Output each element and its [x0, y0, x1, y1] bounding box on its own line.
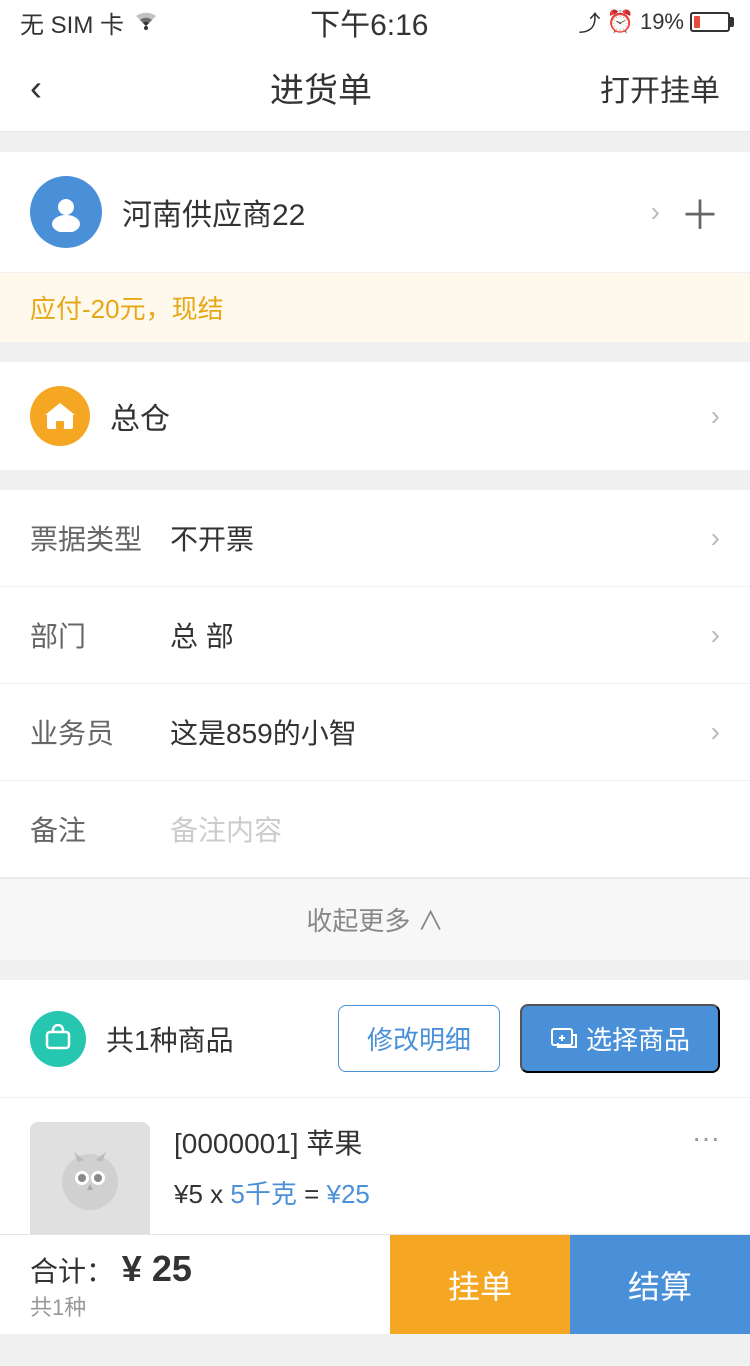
status-right: ⤴ ⏰ 19% [579, 6, 730, 38]
remark-label: 备注 [30, 809, 170, 849]
department-value: 总 部 [170, 615, 711, 655]
equals-sign: = [304, 1179, 326, 1209]
battery-percent: 19% [640, 9, 684, 35]
product-info: [0000001] 苹果 ¥5 x 5千克 = ¥25 [174, 1122, 668, 1211]
product-price: ¥5 x 5千克 = ¥25 [174, 1174, 668, 1211]
open-pending-button[interactable]: 打开挂单 [600, 66, 720, 110]
warehouse-card[interactable]: 总仓 › [0, 362, 750, 470]
invoice-chevron-icon: › [711, 522, 720, 554]
form-row-remark[interactable]: 备注 备注内容 [0, 781, 750, 878]
checkout-button[interactable]: 结算 [570, 1235, 750, 1334]
supplier-name: 河南供应商22 [122, 190, 651, 234]
remark-placeholder: 备注内容 [170, 809, 720, 849]
total-section: 合计： ¥ 25 共1种 [0, 1248, 390, 1322]
gap-4 [0, 960, 750, 980]
notice-text: 应付-20元，现结 [30, 294, 224, 324]
edit-detail-button[interactable]: 修改明细 [338, 1005, 500, 1072]
supplier-row[interactable]: 河南供应商22 › ＋ [0, 152, 750, 273]
total-amount: ¥ 25 [122, 1248, 192, 1289]
supplier-card: 河南供应商22 › ＋ 应付-20元，现结 [0, 152, 750, 342]
total-count: 共1种 [30, 1290, 360, 1322]
notice-bar: 应付-20元，现结 [0, 273, 750, 342]
warehouse-chevron-icon: › [711, 400, 720, 432]
battery-icon [690, 12, 730, 32]
multiply-sign: x [210, 1179, 230, 1209]
salesperson-value: 这是859的小智 [170, 712, 711, 752]
status-time: 下午6:16 [310, 0, 428, 44]
product-thumbnail [30, 1122, 150, 1242]
product-card: 共1种商品 修改明细 选择商品 [0, 980, 750, 1266]
form-row-department[interactable]: 部门 总 部 › [0, 587, 750, 684]
total-row: 合计： ¥ 25 [30, 1248, 360, 1290]
wifi-icon [132, 8, 160, 37]
department-label: 部门 [30, 615, 170, 655]
status-left: 无 SIM 卡 [20, 5, 160, 40]
status-bar: 无 SIM 卡 下午6:16 ⤴ ⏰ 19% [0, 0, 750, 44]
select-product-button[interactable]: 选择商品 [520, 1004, 720, 1073]
carrier-text: 无 SIM 卡 [20, 5, 124, 40]
salesperson-label: 业务员 [30, 712, 170, 752]
salesperson-chevron-icon: › [711, 716, 720, 748]
product-more-button[interactable]: ··· [692, 1122, 720, 1154]
suspend-button[interactable]: 挂单 [390, 1235, 570, 1334]
invoice-value: 不开票 [170, 518, 711, 558]
product-header: 共1种商品 修改明细 选择商品 [0, 980, 750, 1097]
alarm-icon: ⏰ [607, 9, 634, 35]
form-row-invoice[interactable]: 票据类型 不开票 › [0, 490, 750, 587]
nav-bar: ‹ 进货单 打开挂单 [0, 44, 750, 132]
warehouse-row[interactable]: 总仓 › [0, 362, 750, 470]
form-card: 票据类型 不开票 › 部门 总 部 › 业务员 这是859的小智 › 备注 备注… [0, 490, 750, 960]
product-total: ¥25 [327, 1179, 370, 1209]
total-label: 合计： [30, 1256, 114, 1287]
supplier-chevron-icon: › [651, 196, 660, 228]
warehouse-icon [30, 386, 90, 446]
page-title: 进货单 [270, 63, 372, 112]
invoice-label: 票据类型 [30, 518, 170, 558]
collapse-button[interactable]: 收起更多 ∧ [0, 878, 750, 960]
back-button[interactable]: ‹ [30, 67, 42, 109]
bottom-bar: 合计： ¥ 25 共1种 挂单 结算 [0, 1234, 750, 1334]
warehouse-name: 总仓 [110, 394, 711, 438]
add-supplier-button[interactable]: ＋ [680, 183, 720, 241]
collapse-label: 收起更多 ∧ [306, 906, 443, 936]
location-icon: ⤴ [579, 6, 601, 38]
select-product-label: 选择商品 [586, 1020, 690, 1057]
product-name: [0000001] 苹果 [174, 1122, 668, 1162]
product-count-icon [30, 1011, 86, 1067]
product-qty: 5千克 [230, 1179, 296, 1209]
gap-1 [0, 132, 750, 152]
product-count-text: 共1种商品 [106, 1019, 318, 1059]
unit-price: ¥5 [174, 1179, 203, 1209]
supplier-avatar [30, 176, 102, 248]
department-chevron-icon: › [711, 619, 720, 651]
gap-2 [0, 342, 750, 362]
gap-3 [0, 470, 750, 490]
form-row-salesperson[interactable]: 业务员 这是859的小智 › [0, 684, 750, 781]
